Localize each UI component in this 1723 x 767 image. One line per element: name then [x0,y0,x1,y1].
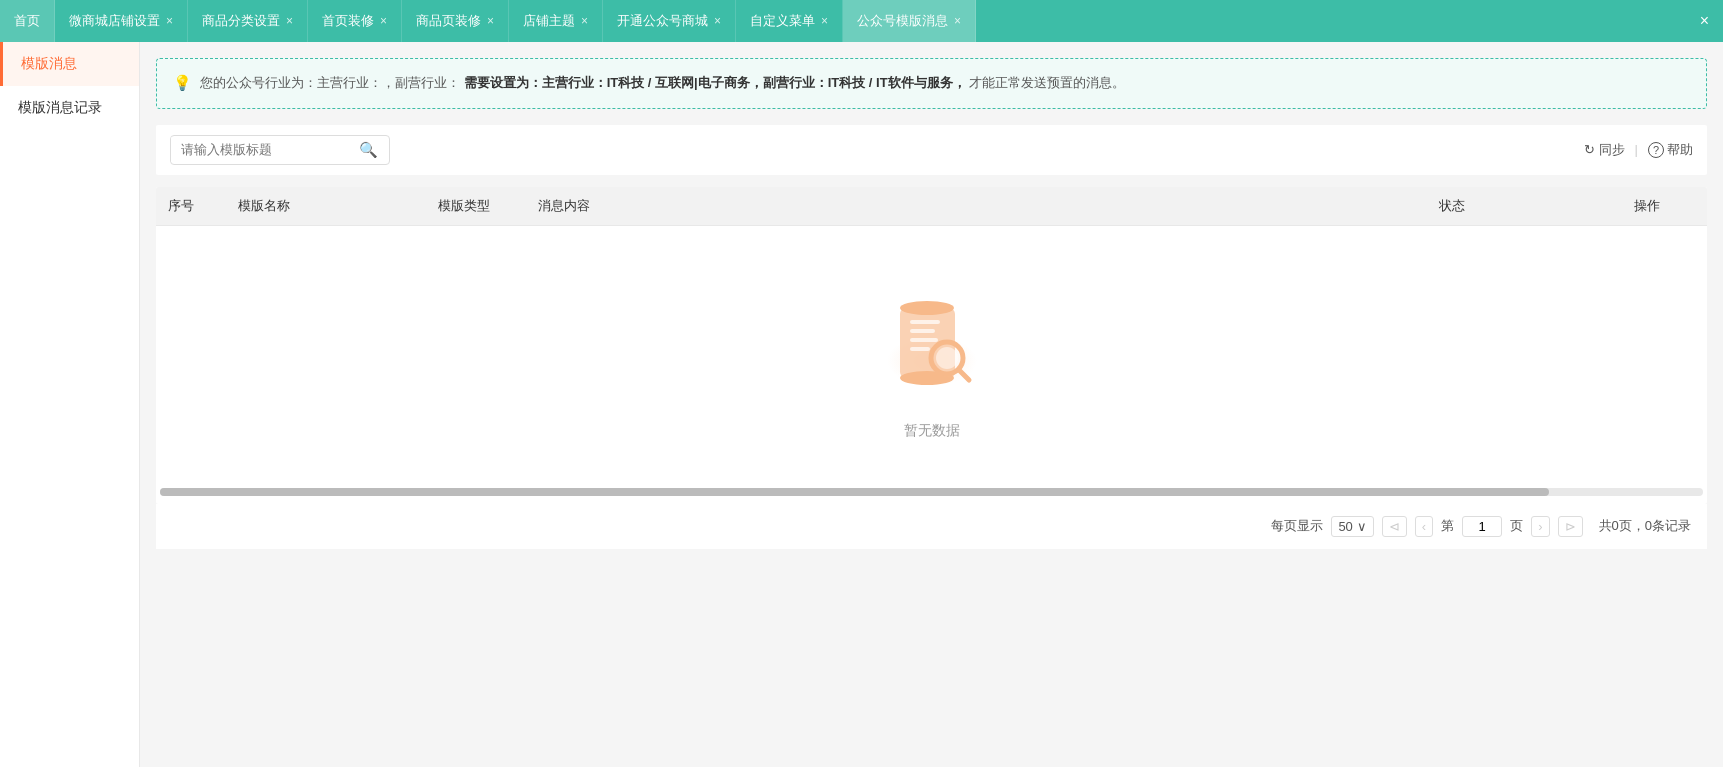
table-header: 序号 模版名称 模版类型 消息内容 状态 操作 [156,187,1707,226]
first-page-button[interactable]: ⊲ [1382,516,1407,537]
svg-point-2 [900,301,954,315]
page-keyword: 第 [1441,517,1454,535]
page-size-value: 50 [1338,519,1352,534]
sidebar: 模版消息 模版消息记录 [0,42,140,767]
table-wrapper: 序号 模版名称 模版类型 消息内容 状态 操作 [156,187,1707,504]
page-total: 共0页，0条记录 [1599,517,1691,535]
search-bar: 🔍 ↻ 同步 | ? 帮助 [156,125,1707,175]
col-seq: 序号 [156,187,226,225]
pagination: 每页显示 50 ∨ ⊲ ‹ 第 页 › ⊳ 共0页，0条记录 [156,504,1707,549]
main-layout: 模版消息 模版消息记录 💡 您的公众号行业为：主营行业：，副营行业： 需要设置为… [0,42,1723,767]
col-action: 操作 [1587,187,1707,225]
tab-product-decor[interactable]: 商品页装修 × [402,0,509,42]
next-page-button[interactable]: › [1531,516,1549,537]
empty-state: 暂无数据 [156,226,1707,480]
empty-illustration [872,286,992,406]
tab-custom-menu[interactable]: 自定义菜单 × [736,0,843,42]
close-icon[interactable]: × [487,14,494,28]
notice-box: 💡 您的公众号行业为：主营行业：，副营行业： 需要设置为：主营行业：IT科技 /… [156,58,1707,109]
tab-category-settings[interactable]: 商品分类设置 × [188,0,308,42]
col-type: 模版类型 [426,187,526,225]
svg-rect-5 [910,329,935,333]
search-icon: 🔍 [359,141,378,158]
notice-icon: 💡 [173,74,192,92]
scroll-thumb[interactable] [160,488,1549,496]
tab-template-msg[interactable]: 公众号模版消息 × [843,0,976,42]
content-area: 💡 您的公众号行业为：主营行业：，副营行业： 需要设置为：主营行业：IT科技 /… [140,42,1723,767]
last-page-button[interactable]: ⊳ [1558,516,1583,537]
svg-rect-6 [910,338,938,342]
tab-store-theme[interactable]: 店铺主题 × [509,0,603,42]
close-icon[interactable]: × [581,14,588,28]
sidebar-item-template-msg[interactable]: 模版消息 [0,42,139,86]
notice-text: 您的公众号行业为：主营行业：，副营行业： 需要设置为：主营行业：IT科技 / 互… [200,73,1125,94]
chevron-down-icon: ∨ [1357,519,1367,534]
col-name: 模版名称 [226,187,426,225]
sync-button[interactable]: ↻ 同步 [1584,141,1625,159]
sidebar-item-template-msg-log[interactable]: 模版消息记录 [0,86,139,130]
empty-text: 暂无数据 [904,422,960,440]
close-icon[interactable]: × [380,14,387,28]
tab-home-decor[interactable]: 首页装修 × [308,0,402,42]
page-unit: 页 [1510,517,1523,535]
page-size-select[interactable]: 50 ∨ [1331,516,1373,537]
tab-shop-settings[interactable]: 微商城店铺设置 × [55,0,188,42]
svg-rect-4 [910,320,940,324]
help-button[interactable]: ? 帮助 [1648,141,1693,159]
col-status: 状态 [1427,187,1587,225]
tab-open-mall[interactable]: 开通公众号商城 × [603,0,736,42]
close-icon[interactable]: × [714,14,721,28]
search-input-wrapper: 🔍 [170,135,390,165]
close-icon[interactable]: × [166,14,173,28]
search-actions: ↻ 同步 | ? 帮助 [1584,141,1693,159]
svg-rect-7 [910,347,930,351]
divider: | [1635,142,1638,157]
search-button[interactable]: 🔍 [351,136,386,164]
close-all-icon: × [1700,12,1709,30]
close-all-button[interactable]: × [1686,0,1723,42]
page-number-input[interactable] [1462,516,1502,537]
col-content: 消息内容 [526,187,1427,225]
svg-point-9 [936,347,958,369]
close-icon[interactable]: × [286,14,293,28]
search-input[interactable] [171,137,351,162]
close-icon[interactable]: × [954,14,961,28]
help-icon: ? [1648,142,1664,158]
sync-icon: ↻ [1584,142,1595,157]
prev-page-button[interactable]: ‹ [1415,516,1433,537]
page-size-label: 每页显示 [1271,517,1323,535]
tab-home[interactable]: 首页 [0,0,55,42]
horizontal-scrollbar[interactable] [160,488,1703,496]
close-icon[interactable]: × [821,14,828,28]
top-nav: 首页 微商城店铺设置 × 商品分类设置 × 首页装修 × 商品页装修 × 店铺主… [0,0,1723,42]
